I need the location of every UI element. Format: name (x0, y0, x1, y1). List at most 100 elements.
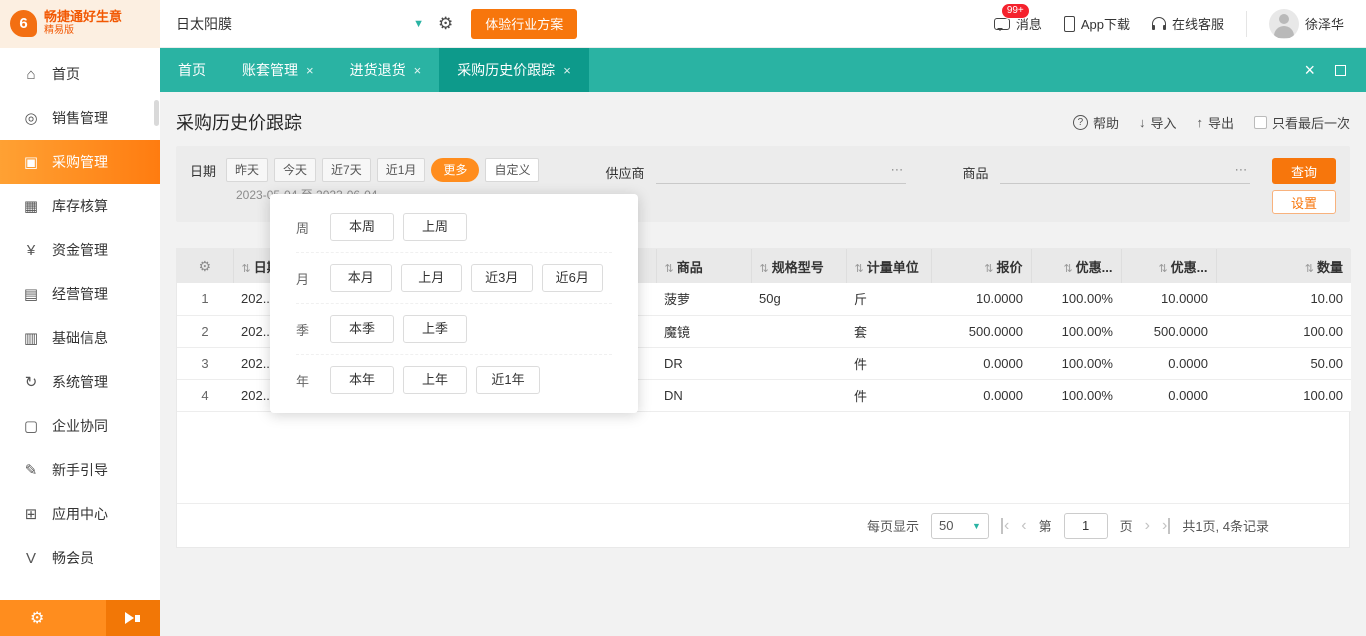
app-download-button[interactable]: App下载 (1064, 14, 1130, 33)
sidebar-item-inventory[interactable]: ▦库存核算 (0, 184, 160, 228)
per-page-select[interactable]: 50 ▼ (931, 513, 989, 539)
brand-edition-badge: 精易版 (44, 25, 122, 37)
date-popup-group-label: 年 (296, 371, 330, 390)
close-icon[interactable]: × (306, 63, 314, 78)
date-quick-button[interactable]: 近1月 (377, 158, 426, 182)
sidebar-item-sales[interactable]: ◎销售管理 (0, 96, 160, 140)
sidebar-item-system[interactable]: ↻系统管理 (0, 360, 160, 404)
close-all-tabs-icon[interactable]: × (1304, 61, 1315, 79)
column-header[interactable]: ⇅优惠... (1031, 249, 1121, 283)
date-quick-buttons: 昨天今天近7天近1月 (226, 158, 431, 182)
sidebar-item-guide[interactable]: ✎新手引导 (0, 448, 160, 492)
date-quick-button[interactable]: 昨天 (226, 158, 268, 182)
column-header[interactable]: ⇅报价 (931, 249, 1031, 283)
search-button[interactable]: 查询 (1272, 158, 1336, 184)
announcement-button[interactable] (106, 600, 160, 636)
tab[interactable]: 首页 (160, 48, 224, 92)
table-cell: 50g (751, 283, 846, 315)
prev-page-icon[interactable]: ‹ (1021, 518, 1026, 534)
date-custom-button[interactable]: 自定义 (485, 158, 539, 182)
date-popup-option[interactable]: 上月 (401, 264, 463, 292)
tab-bar: 首页账套管理×进货退货×采购历史价跟踪× × (160, 48, 1366, 92)
sidebar-item-home[interactable]: ⌂首页 (0, 52, 160, 96)
sort-icon[interactable]: ⇅ (1158, 263, 1167, 275)
sort-icon[interactable]: ⇅ (984, 263, 993, 275)
checkbox-icon[interactable] (1254, 116, 1267, 129)
pagination-summary: 共1页, 4条记录 (1182, 516, 1269, 535)
date-popup-option[interactable]: 本周 (330, 213, 394, 241)
help-label: 帮助 (1093, 113, 1119, 132)
column-header[interactable]: ⇅优惠... (1121, 249, 1216, 283)
online-support-button[interactable]: 在线客服 (1152, 14, 1224, 33)
date-popup-option[interactable]: 近1年 (476, 366, 540, 394)
date-quick-button[interactable]: 今天 (274, 158, 316, 182)
table-cell (751, 347, 846, 379)
date-quick-button[interactable]: 近7天 (322, 158, 371, 182)
account-settings-gear-icon[interactable]: ⚙ (438, 14, 453, 34)
column-header[interactable]: ⇅数量 (1216, 249, 1351, 283)
help-button[interactable]: ? 帮助 (1073, 113, 1119, 132)
brand-name: 畅捷通好生意 (44, 10, 122, 25)
next-page-icon[interactable]: › (1145, 518, 1150, 534)
filter-actions: 查询 设置 (1272, 158, 1336, 214)
ellipsis-picker-icon[interactable]: ⋯ (1234, 162, 1248, 178)
export-button[interactable]: ↑ 导出 (1196, 113, 1234, 132)
sort-icon[interactable]: ⇅ (855, 263, 864, 275)
sidebar-item-collaboration[interactable]: ▢企业协同 (0, 404, 160, 448)
sort-icon[interactable]: ⇅ (665, 263, 674, 275)
sidebar: ⌂首页◎销售管理▣采购管理▦库存核算¥资金管理▤经营管理▥基础信息↻系统管理▢企… (0, 48, 160, 636)
import-button[interactable]: ↓ 导入 (1139, 113, 1177, 132)
last-only-toggle[interactable]: 只看最后一次 (1254, 113, 1350, 132)
last-page-icon[interactable]: › (1162, 518, 1170, 534)
gear-icon[interactable]: ⚙ (198, 258, 211, 274)
table-cell: 10.0000 (1121, 283, 1216, 315)
sidebar-item-funds[interactable]: ¥资金管理 (0, 228, 160, 272)
user-menu[interactable]: 徐泽华 (1269, 9, 1344, 39)
product-input[interactable]: ⋯ (1000, 160, 1250, 184)
column-header[interactable]: ⇅计量单位 (846, 249, 931, 283)
first-page-icon[interactable]: ‹ (1001, 518, 1009, 534)
table-cell: 100.00% (1031, 379, 1121, 411)
column-label: 计量单位 (867, 260, 919, 275)
settings-button[interactable]: 设置 (1272, 190, 1336, 214)
sort-icon[interactable]: ⇅ (1305, 263, 1314, 275)
sidebar-item-member[interactable]: V畅会员 (0, 536, 160, 580)
sort-icon[interactable]: ⇅ (760, 263, 769, 275)
column-header[interactable]: ⇅商品 (656, 249, 751, 283)
fullscreen-icon[interactable] (1335, 65, 1346, 76)
messages-button[interactable]: 99+ 消息 (994, 14, 1042, 33)
last-only-label: 只看最后一次 (1272, 113, 1350, 132)
page-number-input[interactable] (1064, 513, 1108, 539)
date-more-button[interactable]: 更多 (431, 158, 479, 182)
date-popup-option[interactable]: 本年 (330, 366, 394, 394)
close-icon[interactable]: × (414, 63, 422, 78)
ellipsis-picker-icon[interactable]: ⋯ (890, 162, 904, 178)
date-popup-option[interactable]: 近6月 (542, 264, 604, 292)
tab[interactable]: 进货退货× (332, 48, 440, 92)
date-popup-option[interactable]: 本月 (330, 264, 392, 292)
date-popup-option[interactable]: 近3月 (471, 264, 533, 292)
date-popup-option[interactable]: 本季 (330, 315, 394, 343)
date-popup-option[interactable]: 上周 (403, 213, 467, 241)
trial-plan-button[interactable]: 体验行业方案 (471, 9, 577, 39)
date-popup-option[interactable]: 上季 (403, 315, 467, 343)
avatar (1269, 9, 1299, 39)
export-label: 导出 (1208, 113, 1234, 132)
sidebar-item-base-info[interactable]: ▥基础信息 (0, 316, 160, 360)
column-header[interactable]: ⇅规格型号 (751, 249, 846, 283)
sidebar-scrollbar[interactable] (154, 100, 159, 126)
account-select[interactable]: 日太阳膜 ▼ (176, 9, 424, 39)
brand-area: 6 畅捷通好生意 精易版 (0, 0, 160, 48)
tab[interactable]: 账套管理× (224, 48, 332, 92)
close-icon[interactable]: × (563, 63, 571, 78)
settings-gear-icon[interactable]: ⚙ (30, 608, 44, 628)
table-cell: 4 (177, 379, 233, 411)
sort-icon[interactable]: ⇅ (242, 263, 251, 275)
supplier-input[interactable]: ⋯ (656, 160, 906, 184)
sidebar-item-purchase[interactable]: ▣采购管理 (0, 140, 160, 184)
date-popup-option[interactable]: 上年 (403, 366, 467, 394)
sidebar-item-app-center[interactable]: ⊞应用中心 (0, 492, 160, 536)
sidebar-item-operations[interactable]: ▤经营管理 (0, 272, 160, 316)
sort-icon[interactable]: ⇅ (1063, 263, 1072, 275)
tab[interactable]: 采购历史价跟踪× (439, 48, 589, 92)
